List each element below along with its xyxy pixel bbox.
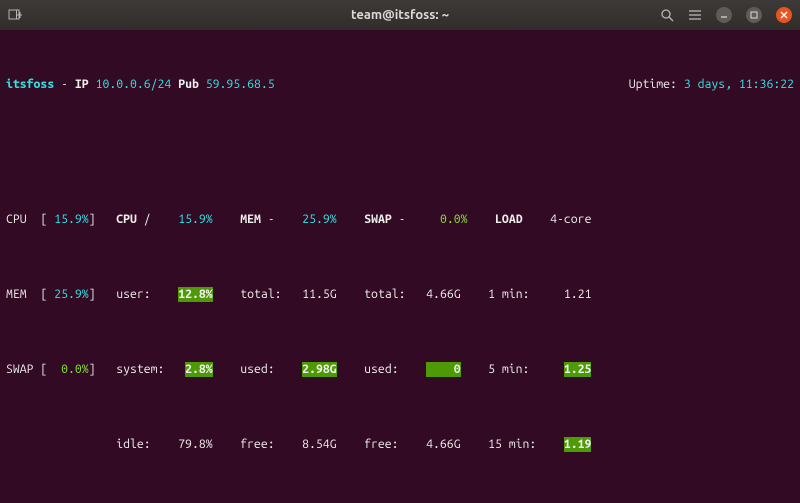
pub-value: 59.95.68.5 [206, 77, 275, 92]
uptime-label: Uptime: [629, 77, 677, 92]
window-titlebar: team@itsfoss: ~ [0, 0, 800, 30]
uptime-value: 3 days, 11:36:22 [684, 77, 794, 92]
new-tab-icon[interactable] [8, 8, 22, 22]
maximize-button[interactable] [746, 7, 762, 23]
ip-value: 10.0.0.6/24 [96, 77, 172, 92]
terminal-content[interactable]: itsfoss - IP 10.0.0.6/24 Pub 59.95.68.5 … [0, 30, 800, 503]
ip-label: IP [75, 77, 89, 92]
summary-row-3: SWAP [ 0.0%] system: 2.8% used: 2.98G us… [6, 362, 794, 377]
summary-row-4: idle: 79.8% free: 8.54G free: 4.66G 15 m… [6, 437, 794, 452]
search-icon[interactable] [660, 8, 674, 22]
close-button[interactable] [776, 7, 792, 23]
hostname: itsfoss [6, 77, 54, 92]
menu-icon[interactable] [688, 8, 702, 22]
minimize-button[interactable] [716, 7, 732, 23]
pub-label: Pub [178, 77, 199, 92]
summary-row-1: CPU [ 15.9%] CPU / 15.9% MEM - 25.9% SWA… [6, 212, 794, 227]
system-header: itsfoss - IP 10.0.0.6/24 Pub 59.95.68.5 … [6, 77, 794, 92]
summary-row-2: MEM [ 25.9%] user: 12.8% total: 11.5G to… [6, 287, 794, 302]
